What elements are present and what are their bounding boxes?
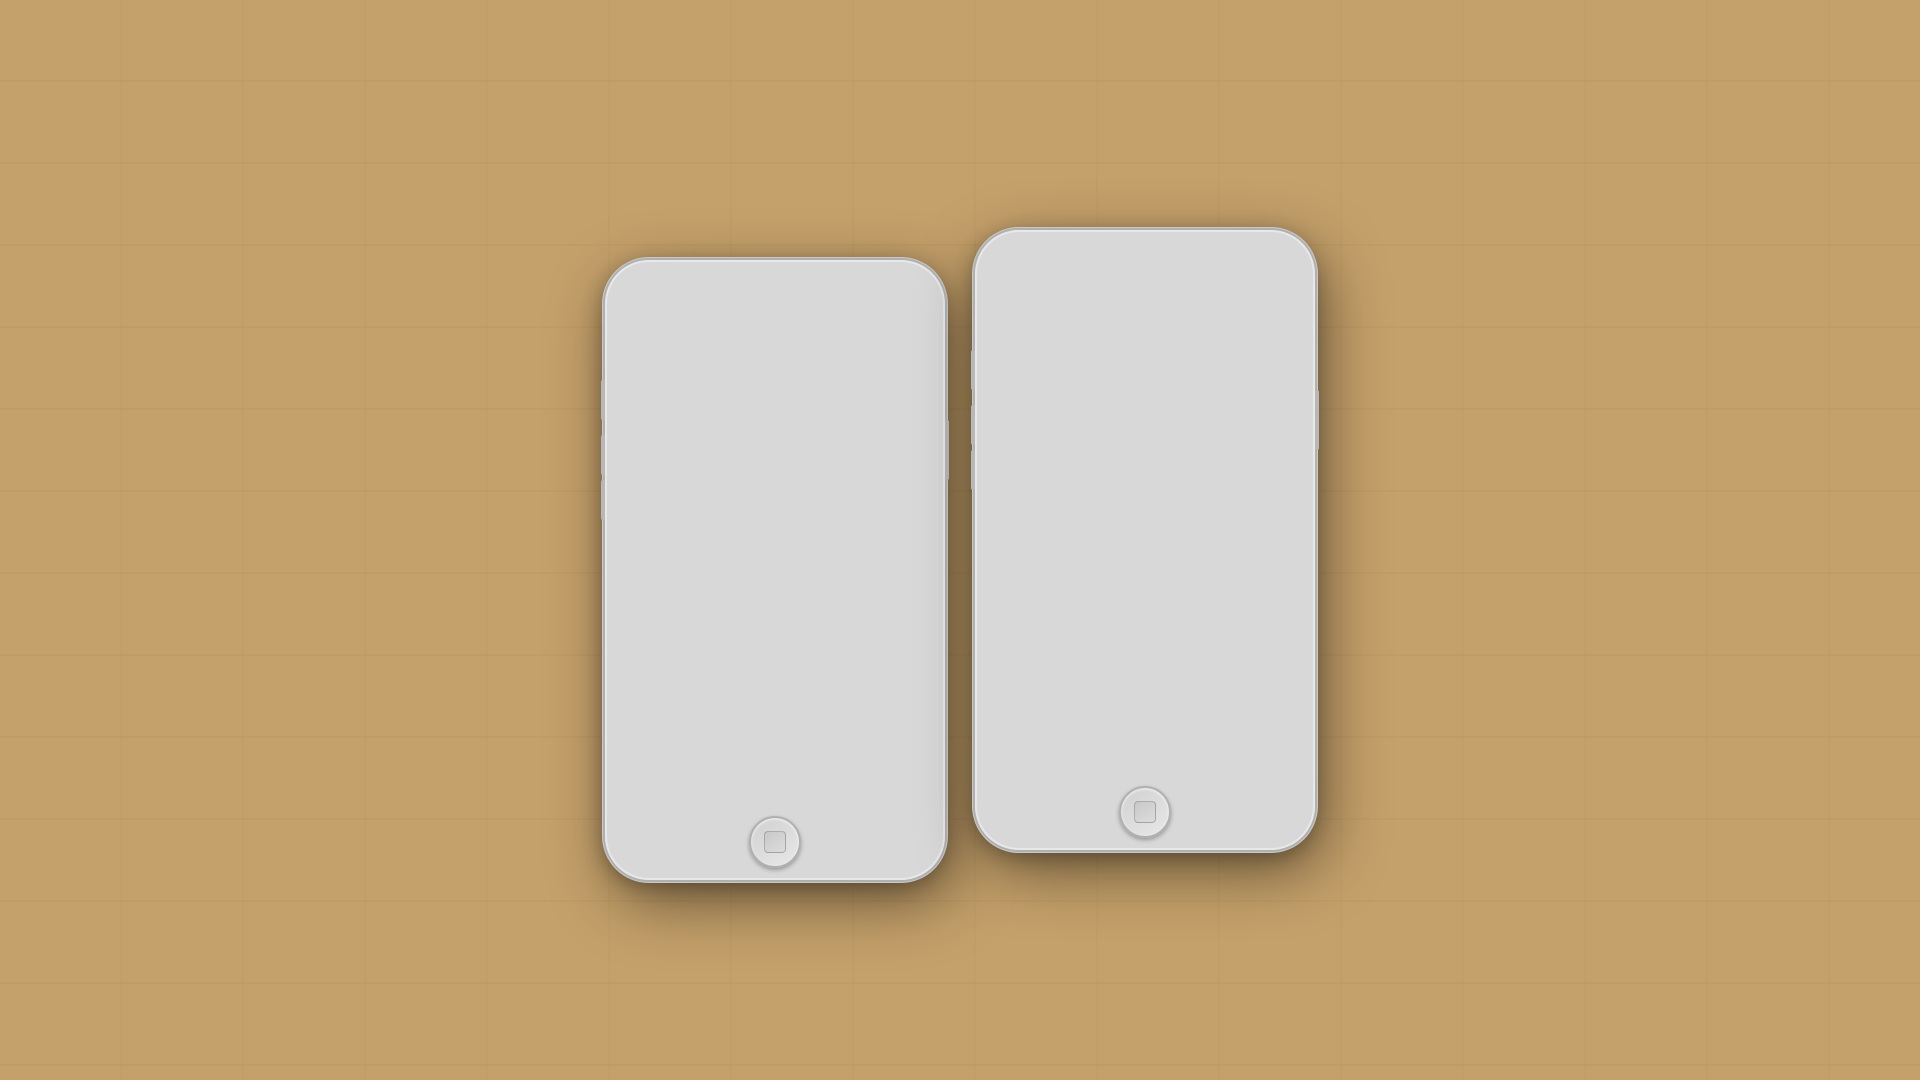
iphone-right: No SIM 06:39 ∗ [975, 230, 1315, 850]
right-home-button[interactable] [1119, 786, 1171, 838]
scene-container: No SIM 06:39 ∗ 71% [605, 230, 1315, 850]
iphone-left: No SIM 06:39 ∗ 71% [605, 260, 945, 880]
left-home-button[interactable] [749, 816, 801, 868]
